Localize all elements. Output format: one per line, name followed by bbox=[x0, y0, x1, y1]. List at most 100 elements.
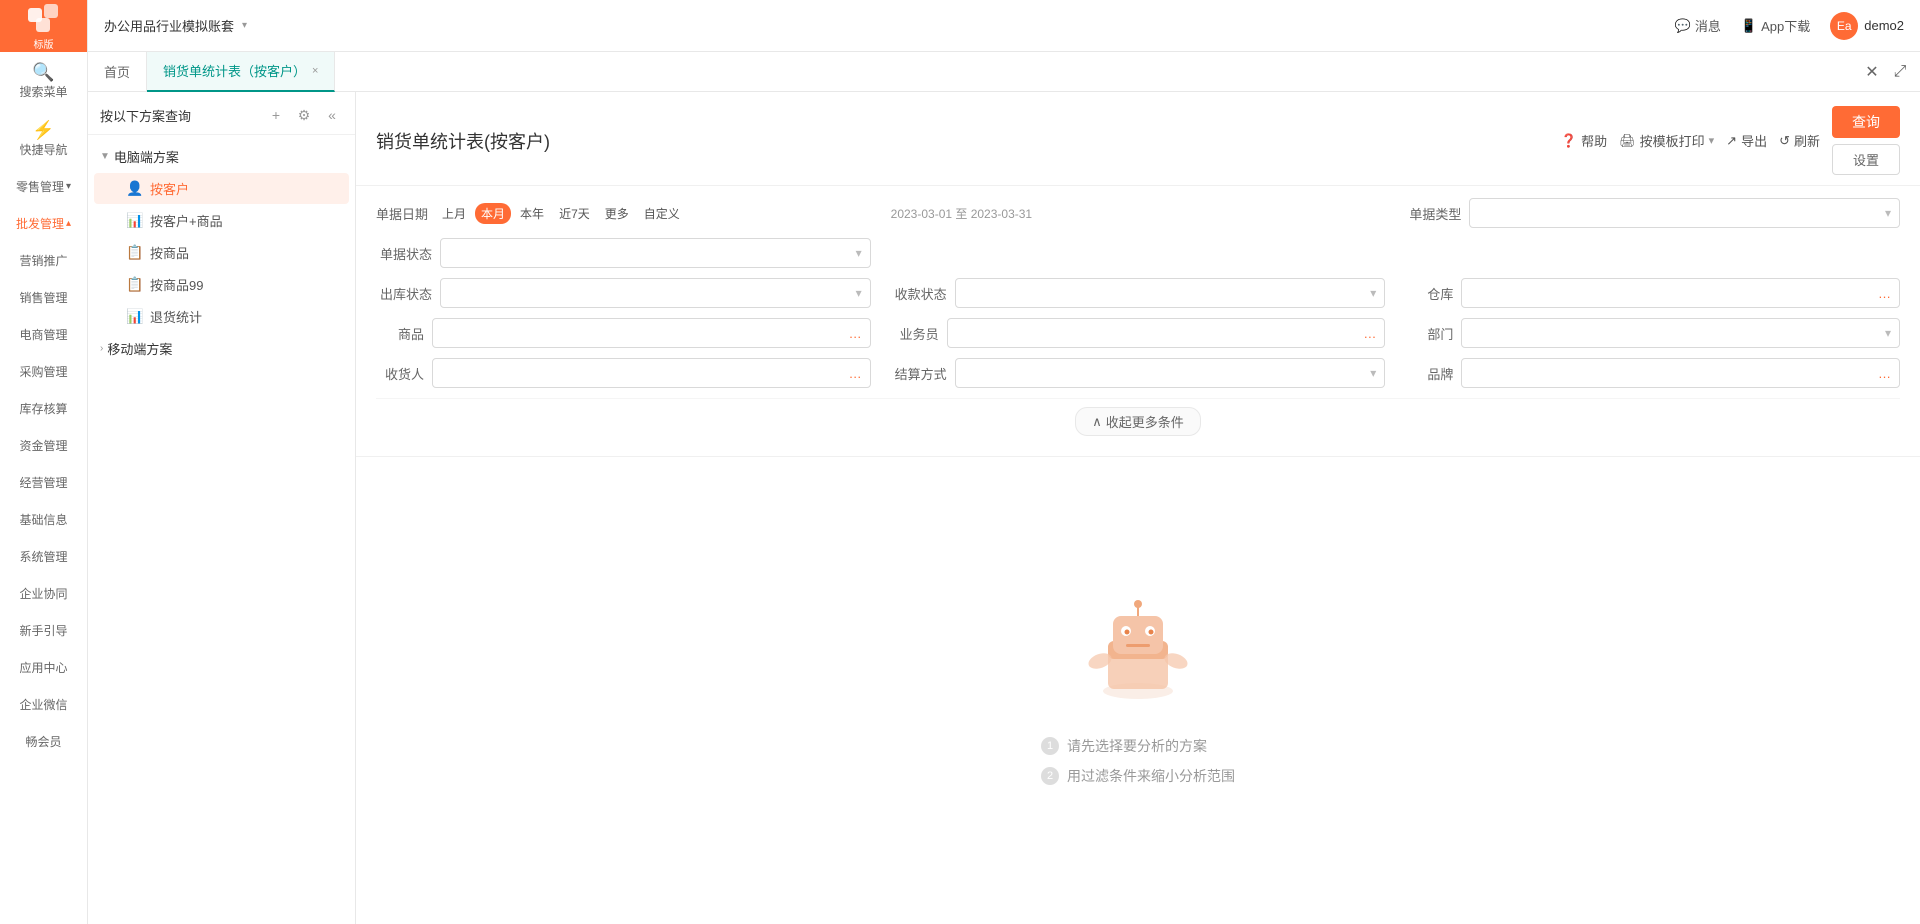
tree-item-by-goods-label: 按商品 bbox=[150, 243, 189, 262]
add-scheme-btn[interactable]: + bbox=[265, 104, 287, 126]
sidebar-item-retail[interactable]: 零售管理 ▾ bbox=[0, 168, 87, 205]
order-status-input[interactable]: ▾ bbox=[440, 238, 871, 268]
sidebar-item-marketing[interactable]: 营销推广 bbox=[0, 242, 87, 279]
goods-input[interactable]: … bbox=[432, 318, 871, 348]
sidebar-item-basic[interactable]: 基础信息 bbox=[0, 501, 87, 538]
sidebar-item-sales[interactable]: 销售管理 bbox=[0, 279, 87, 316]
sidebar-item-operation[interactable]: 经营管理 bbox=[0, 464, 87, 501]
warehouse-input[interactable]: … bbox=[1461, 278, 1900, 308]
salesperson-more-icon[interactable]: … bbox=[1363, 326, 1376, 341]
settlement-input[interactable]: ▾ bbox=[955, 358, 1386, 388]
sidebar-item-inventory[interactable]: 库存核算 bbox=[0, 390, 87, 427]
empty-hints: 1 请先选择要分析的方案 2 用过滤条件来缩小分析范围 bbox=[1041, 736, 1235, 786]
message-label: 消息 bbox=[1695, 16, 1721, 35]
brand-input[interactable]: … bbox=[1461, 358, 1900, 388]
sidebar-item-system[interactable]: 系统管理 bbox=[0, 538, 87, 575]
tree-item-by-goods[interactable]: 📋 按商品 bbox=[94, 237, 349, 268]
order-type-filter: 单据类型 ▾ bbox=[1405, 198, 1900, 228]
sidebar-item-ecom[interactable]: 电商管理 bbox=[0, 316, 87, 353]
date-range-display: 2023-03-01 至 2023-03-31 bbox=[891, 198, 1386, 228]
payment-status-input[interactable]: ▾ bbox=[955, 278, 1386, 308]
sidebar-logo: 标版 bbox=[0, 0, 87, 52]
user-profile[interactable]: Ea demo2 bbox=[1830, 12, 1904, 40]
date-last-7-days-btn[interactable]: 近7天 bbox=[553, 203, 596, 224]
logo-icon bbox=[26, 2, 62, 34]
sidebar-item-newuser[interactable]: 新手引导 bbox=[0, 612, 87, 649]
payment-status-label: 收款状态 bbox=[891, 284, 947, 303]
scheme-tree: ▼ 电脑端方案 👤 按客户 📊 按客户+商品 📋 按商品 📋 按商 bbox=[88, 135, 355, 370]
message-action[interactable]: 💬 消息 bbox=[1675, 16, 1721, 35]
goods-more-icon[interactable]: … bbox=[849, 326, 862, 341]
tab-close-icon[interactable]: × bbox=[312, 65, 318, 77]
tree-item-by-customer-goods[interactable]: 📊 按客户+商品 bbox=[94, 205, 349, 236]
settings-button[interactable]: 设置 bbox=[1832, 144, 1900, 175]
collapse-btn-label: 收起更多条件 bbox=[1106, 412, 1184, 431]
date-label: 单据日期 bbox=[376, 204, 428, 223]
template-print-action[interactable]: 🖨 按模板打印 ▾ bbox=[1619, 131, 1714, 150]
hint-text-1: 请先选择要分析的方案 bbox=[1067, 736, 1207, 756]
payment-status-dropdown-icon: ▾ bbox=[1370, 286, 1376, 300]
date-filter: 单据日期 上月 本月 本年 近7天 更多 自定义 bbox=[376, 198, 871, 228]
sidebar-item-enterprise[interactable]: 企业协同 bbox=[0, 575, 87, 612]
date-this-month-btn[interactable]: 本月 bbox=[475, 203, 511, 224]
tree-mobile-arrow: › bbox=[100, 343, 103, 354]
sidebar-item-search[interactable]: 🔍 搜索菜单 bbox=[0, 52, 87, 110]
date-last-month-btn[interactable]: 上月 bbox=[436, 203, 472, 224]
recipient-input[interactable]: … bbox=[432, 358, 871, 388]
export-action[interactable]: ↗ 导出 bbox=[1726, 131, 1767, 150]
tree-mobile-parent[interactable]: › 移动端方案 bbox=[88, 333, 355, 364]
sidebar-item-purchase[interactable]: 采购管理 bbox=[0, 353, 87, 390]
order-type-input[interactable]: ▾ bbox=[1469, 198, 1900, 228]
app-download-action[interactable]: 📱 App下载 bbox=[1741, 16, 1810, 35]
date-custom-btn[interactable]: 自定义 bbox=[638, 203, 686, 224]
date-this-year-btn[interactable]: 本年 bbox=[514, 203, 550, 224]
settings-scheme-btn[interactable]: ⚙ bbox=[293, 104, 315, 126]
recipient-filter: 收货人 … bbox=[376, 358, 871, 388]
customer-goods-scheme-icon: 📊 bbox=[126, 212, 144, 229]
refresh-action[interactable]: ↺ 刷新 bbox=[1779, 131, 1820, 150]
salesperson-input[interactable]: … bbox=[947, 318, 1386, 348]
tab-sales-stats[interactable]: 销货单统计表（按客户） × bbox=[147, 52, 335, 92]
sidebar-item-appcenter[interactable]: 应用中心 bbox=[0, 649, 87, 686]
app-download-label: App下载 bbox=[1761, 16, 1810, 35]
tab-bar-actions: ✕ ⤢ bbox=[1860, 60, 1920, 84]
tree-item-return-stats[interactable]: 📊 退货统计 bbox=[94, 301, 349, 332]
tab-home[interactable]: 首页 bbox=[88, 52, 147, 92]
tree-item-by-goods-99-label: 按商品99 bbox=[150, 275, 203, 294]
sidebar-item-member[interactable]: 畅会员 bbox=[0, 723, 87, 760]
help-action[interactable]: ❓ 帮助 bbox=[1561, 131, 1607, 150]
tree-desktop-arrow: ▼ bbox=[100, 151, 110, 162]
sidebar-item-finance[interactable]: 资金管理 bbox=[0, 427, 87, 464]
collapse-up-icon: ∧ bbox=[1092, 414, 1102, 430]
tree-desktop-parent[interactable]: ▼ 电脑端方案 bbox=[88, 141, 355, 172]
tab-close-all-btn[interactable]: ✕ bbox=[1860, 60, 1884, 84]
query-button[interactable]: 查询 bbox=[1832, 106, 1900, 138]
hint-num-1: 1 bbox=[1041, 737, 1059, 755]
right-panel: 销货单统计表(按客户) ❓ 帮助 🖨 按模板打印 ▾ ↗ 导出 bbox=[356, 92, 1920, 924]
avatar: Ea bbox=[1830, 12, 1858, 40]
date-range-text: 2023-03-01 至 2023-03-31 bbox=[891, 205, 1032, 222]
out-status-input[interactable]: ▾ bbox=[440, 278, 871, 308]
customer-scheme-icon: 👤 bbox=[126, 180, 144, 197]
top-header: 办公用品行业模拟账套 ▾ 💬 消息 📱 App下载 Ea demo2 bbox=[88, 0, 1920, 52]
brand-more-icon[interactable]: … bbox=[1878, 366, 1891, 381]
collapse-filters-btn[interactable]: ∧ 收起更多条件 bbox=[1075, 407, 1201, 436]
order-type-dropdown-icon: ▾ bbox=[1885, 206, 1891, 220]
breadcrumb-arrow-icon[interactable]: ▾ bbox=[242, 20, 247, 31]
header-actions: 💬 消息 📱 App下载 Ea demo2 bbox=[1675, 12, 1904, 40]
tree-item-by-goods-99[interactable]: 📋 按商品99 bbox=[94, 269, 349, 300]
collapse-row: ∧ 收起更多条件 bbox=[376, 398, 1900, 444]
department-dropdown-icon: ▾ bbox=[1885, 326, 1891, 340]
print-expand-icon: ▾ bbox=[1709, 134, 1715, 147]
sidebar-item-quicknav[interactable]: ⚡ 快捷导航 bbox=[0, 110, 87, 168]
collapse-panel-btn[interactable]: « bbox=[321, 104, 343, 126]
sidebar-item-wholesale[interactable]: 批发管理 ▴ bbox=[0, 205, 87, 242]
tree-item-by-customer-goods-label: 按客户+商品 bbox=[150, 211, 223, 230]
date-more-btn[interactable]: 更多 bbox=[599, 203, 635, 224]
warehouse-more-icon[interactable]: … bbox=[1878, 286, 1891, 301]
tab-maximize-btn[interactable]: ⤢ bbox=[1888, 60, 1912, 84]
recipient-more-icon[interactable]: … bbox=[849, 366, 862, 381]
department-input[interactable]: ▾ bbox=[1461, 318, 1900, 348]
sidebar-item-wechat[interactable]: 企业微信 bbox=[0, 686, 87, 723]
tree-item-by-customer[interactable]: 👤 按客户 bbox=[94, 173, 349, 204]
